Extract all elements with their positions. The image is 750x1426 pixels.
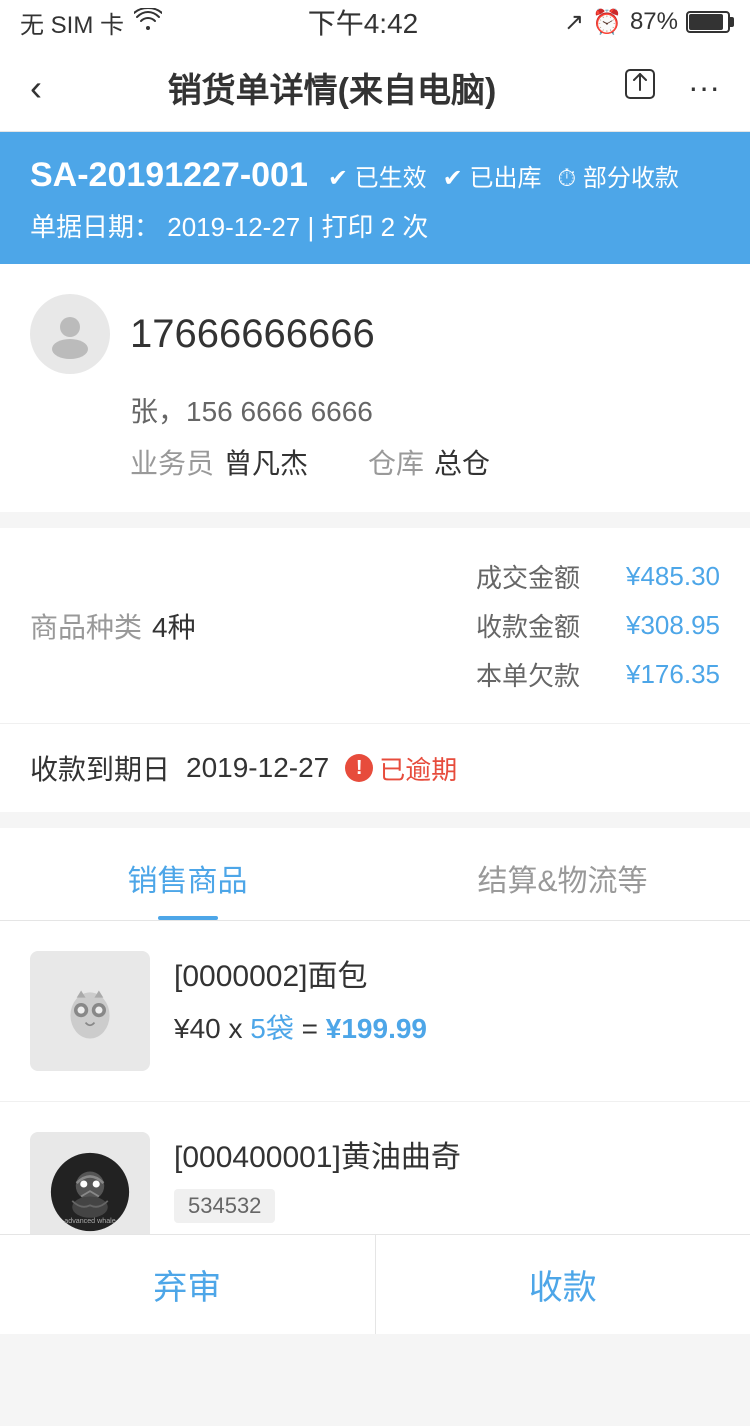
order-meta: 单据日期： 2019-12-27 | 打印 2 次 — [30, 207, 720, 244]
product-name-1: [0000002]面包 — [174, 951, 720, 995]
order-date: 2019-12-27 — [167, 212, 300, 242]
nav-actions: ··· — [622, 66, 720, 110]
order-badges: ✔ 已生效 ✔ 已出库 ⏱ 部分收款 — [328, 158, 679, 193]
deal-amount-value: ¥485.30 — [600, 561, 720, 592]
avatar — [30, 294, 110, 374]
customer-id: 17666666666 — [130, 312, 375, 357]
status-bar-right: ↗ ⏰ 87% — [564, 8, 730, 37]
deal-amount-label: 成交金额 — [476, 558, 580, 595]
tab-sales-products[interactable]: 销售商品 — [0, 828, 375, 920]
tabs-section: 销售商品 结算&物流等 — [0, 828, 750, 921]
product-eq-1: = — [294, 1013, 326, 1044]
product-sku-2: 534532 — [174, 1189, 275, 1223]
status-bar-time: 下午4:42 — [308, 2, 419, 42]
bottom-bar: 弃审 收款 — [0, 1234, 750, 1334]
product-kind-label: 商品种类 — [30, 606, 142, 646]
due-date: 2019-12-27 — [186, 752, 329, 784]
product-image-1 — [30, 951, 150, 1071]
product-qty-1: 5袋 — [250, 1013, 294, 1044]
alarm-icon: ⏰ — [592, 8, 622, 37]
battery-text: 87% — [630, 8, 678, 36]
product-info-1: [0000002]面包 ¥40 x 5袋 = ¥199.99 — [174, 951, 720, 1047]
location-icon: ↗ — [564, 8, 584, 37]
warehouse-label: 仓库 — [368, 442, 424, 482]
overdue-icon: ! — [345, 754, 373, 782]
list-item: [0000002]面包 ¥40 x 5袋 = ¥199.99 — [0, 921, 750, 1102]
debt-label: 本单欠款 — [476, 656, 580, 693]
product-price-1: ¥40 x 5袋 = ¥199.99 — [174, 1007, 720, 1047]
salesperson-label: 业务员 — [130, 442, 214, 482]
cancel-button[interactable]: 弃审 — [0, 1235, 376, 1334]
back-button[interactable]: ‹ — [30, 67, 42, 109]
product-price-text-1: ¥40 x — [174, 1013, 250, 1044]
received-value: ¥308.95 — [600, 610, 720, 641]
battery-icon — [686, 11, 730, 33]
due-section: 收款到期日 2019-12-27 ! 已逾期 — [0, 723, 750, 812]
overdue-badge: ! 已逾期 — [345, 750, 457, 787]
tabs: 销售商品 结算&物流等 — [0, 828, 750, 921]
nav-bar: ‹ 销货单详情(来自电脑) ··· — [0, 44, 750, 132]
wifi-icon — [134, 8, 162, 37]
status-bar-left: 无 SIM 卡 — [20, 5, 162, 40]
order-header: SA-20191227-001 ✔ 已生效 ✔ 已出库 ⏱ 部分收款 单据日期：… — [0, 132, 750, 264]
badge-effective: ✔ 已生效 — [328, 158, 427, 193]
salesperson-value: 曾凡杰 — [224, 442, 308, 482]
badge-partial-payment: ⏱ 部分收款 — [557, 158, 678, 193]
confirm-button[interactable]: 收款 — [376, 1235, 750, 1334]
summary-section: 商品种类 4种 成交金额 ¥485.30 收款金额 ¥308.95 本单欠款 ¥… — [0, 528, 750, 723]
more-button[interactable]: ··· — [688, 69, 720, 106]
overdue-text: 已逾期 — [379, 750, 457, 787]
debt-value: ¥176.35 — [600, 659, 720, 690]
svg-text:advanced whale: advanced whale — [64, 1217, 115, 1225]
status-bar: 无 SIM 卡 下午4:42 ↗ ⏰ 87% — [0, 0, 750, 44]
product-name-2: [000400001]黄油曲奇 — [174, 1132, 720, 1176]
product-total-1: ¥199.99 — [326, 1013, 427, 1044]
carrier-text: 无 SIM 卡 — [20, 5, 124, 40]
order-id: SA-20191227-001 — [30, 156, 308, 195]
warehouse-value: 总仓 — [434, 442, 490, 482]
customer-name-phone: 张，156 6666 6666 — [30, 390, 720, 430]
badge-shipped: ✔ 已出库 — [443, 158, 542, 193]
order-print-count: | 打印 2 次 — [307, 212, 428, 242]
customer-section: 17666666666 张，156 6666 6666 业务员 曾凡杰 仓库 总… — [0, 264, 750, 512]
due-label: 收款到期日 — [30, 748, 170, 788]
customer-detail: 业务员 曾凡杰 仓库 总仓 — [30, 442, 720, 482]
tab-settlement[interactable]: 结算&物流等 — [375, 828, 750, 920]
divider-1 — [0, 512, 750, 528]
received-label: 收款金额 — [476, 607, 580, 644]
order-date-label: 单据日期： — [30, 212, 160, 242]
product-kind-count: 4种 — [152, 606, 196, 646]
page-title: 销货单详情(来自电脑) — [168, 63, 497, 112]
share-button[interactable] — [622, 66, 658, 110]
